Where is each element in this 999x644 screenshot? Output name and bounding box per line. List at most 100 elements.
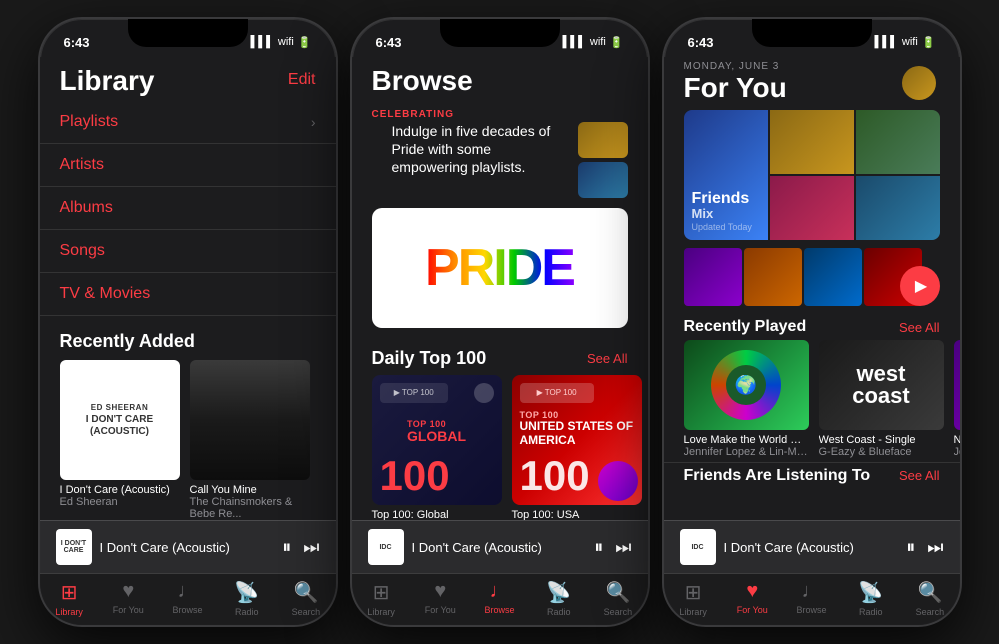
tab-browse-f[interactable]: ♩ Browse xyxy=(782,580,841,617)
top100-global-card[interactable]: ▶ TOP 100 TOP 100 GLOBAL 100 Top 100: Gl… xyxy=(372,375,502,520)
search-tab-icon: 🔍 xyxy=(293,580,318,605)
tab-bar-browse: ⊞ Library ♥ For You ♩ Browse 📡 Radio 🔍 xyxy=(352,573,648,625)
album-artist-1: Ed Sheeran xyxy=(60,496,180,508)
friends-mix-grid: Friends Mix Updated Today xyxy=(684,110,940,240)
search-tab-icon-b: 🔍 xyxy=(605,580,630,605)
tab-search[interactable]: 🔍 Search xyxy=(276,580,335,617)
phone-library: 6:43 ▌▌▌ wifi 🔋 Library Edit Playlists › xyxy=(38,17,338,627)
radio-tab-icon-f: 📡 xyxy=(858,580,883,605)
rp-art-1: 🌍 xyxy=(684,340,809,430)
foryou-tab-label-b: For You xyxy=(425,605,456,615)
playlists-label: Playlists xyxy=(60,113,119,131)
library-tab-icon: ⊞ xyxy=(61,580,78,605)
album-title-2: Call You Mine xyxy=(190,484,310,496)
chevron-icon: › xyxy=(311,114,316,130)
tab-library-b[interactable]: ⊞ Library xyxy=(352,580,411,617)
top100-usa-card[interactable]: ▶ TOP 100 TOP 100 UNITED STATES OF AMERI… xyxy=(512,375,642,520)
mini-player-controls-library: ⏸ ⏭ xyxy=(282,537,319,558)
user-avatar[interactable] xyxy=(902,66,936,100)
radio-tab-label-b: Radio xyxy=(547,607,571,617)
album-artist-2: The Chainsmokers & Bebe Re... xyxy=(190,496,310,520)
tab-search-f[interactable]: 🔍 Search xyxy=(900,580,959,617)
pause-icon-foryou[interactable]: ⏸ xyxy=(906,537,915,558)
tab-foryou[interactable]: ♥ For You xyxy=(99,580,158,617)
library-tab-label-f: Library xyxy=(679,607,707,617)
celebrating-text: Indulge in five decades of Pride with so… xyxy=(372,122,572,198)
mini-player-browse[interactable]: IDC I Don't Care (Acoustic) ⏸ ⏭ xyxy=(352,520,648,573)
rp-art-2: westcoast xyxy=(819,340,944,430)
library-header: Library Edit xyxy=(40,57,336,101)
pause-icon-library[interactable]: ⏸ xyxy=(282,537,291,558)
foryou-header: MONDAY, JUNE 3 For You xyxy=(664,57,960,106)
notch-browse xyxy=(440,19,560,47)
side-tile-2 xyxy=(578,162,628,198)
rp-artist-2: G-Eazy & Blueface xyxy=(819,446,944,458)
rp-card-2[interactable]: westcoast West Coast - Single G-Eazy & B… xyxy=(819,340,944,458)
tab-radio-b[interactable]: 📡 Radio xyxy=(529,580,588,617)
wifi-icon: wifi xyxy=(278,36,294,48)
skip-icon-browse[interactable]: ⏭ xyxy=(615,537,631,558)
signal-icon-f: ▌▌▌ xyxy=(875,36,898,48)
tab-library-f[interactable]: ⊞ Library xyxy=(664,580,723,617)
library-item-tv[interactable]: TV & Movies xyxy=(40,273,336,316)
globe-emoji: 🌍 xyxy=(735,375,757,396)
library-item-albums[interactable]: Albums xyxy=(40,187,336,230)
mini-player-controls-foryou: ⏸ ⏭ xyxy=(906,537,943,558)
browse-header: Browse xyxy=(352,57,648,101)
mini-player-library[interactable]: I DON'T CARE I Don't Care (Acoustic) ⏸ ⏭ xyxy=(40,520,336,573)
status-icons-browse: ▌▌▌ wifi 🔋 xyxy=(563,36,624,49)
play-tile-2 xyxy=(744,248,802,306)
status-icons-library: ▌▌▌ wifi 🔋 xyxy=(251,36,312,49)
album-song-1: I DON'T CARE(ACOUSTIC) xyxy=(86,414,153,438)
library-item-playlists[interactable]: Playlists › xyxy=(40,101,336,144)
tab-foryou-f[interactable]: ♥ For You xyxy=(723,580,782,617)
foryou-tab-label-f: For You xyxy=(737,605,768,615)
tab-search-b[interactable]: 🔍 Search xyxy=(588,580,647,617)
album-card-2[interactable]: Call You Mine The Chainsmokers & Bebe Re… xyxy=(190,360,310,520)
tab-library[interactable]: ⊞ Library xyxy=(40,580,99,617)
tab-browse-b[interactable]: ♩ Browse xyxy=(470,580,529,617)
top100-cards: ▶ TOP 100 TOP 100 GLOBAL 100 Top 100: Gl… xyxy=(352,375,648,520)
mini-player-title-library: I Don't Care (Acoustic) xyxy=(100,540,275,555)
status-time-browse: 6:43 xyxy=(376,35,402,50)
tab-radio-f[interactable]: 📡 Radio xyxy=(841,580,900,617)
album-card-1[interactable]: ED SHEERAN I DON'T CARE(ACOUSTIC) I Don'… xyxy=(60,360,180,520)
battery-icon-f: 🔋 xyxy=(922,36,936,49)
rp-card-3[interactable]: N... Jo... xyxy=(954,340,960,458)
mini-player-foryou[interactable]: IDC I Don't Care (Acoustic) ⏸ ⏭ xyxy=(664,520,960,573)
phones-container: 6:43 ▌▌▌ wifi 🔋 Library Edit Playlists › xyxy=(28,7,972,637)
tab-foryou-b[interactable]: ♥ For You xyxy=(411,580,470,617)
library-item-songs[interactable]: Songs xyxy=(40,230,336,273)
play-tile-1 xyxy=(684,248,742,306)
pause-icon-browse[interactable]: ⏸ xyxy=(594,537,603,558)
rp-artist-3: Jo... xyxy=(954,446,960,458)
recently-played-title: Recently Played xyxy=(684,318,807,336)
celebrating-label: CELEBRATING xyxy=(352,101,648,122)
tab-radio[interactable]: 📡 Radio xyxy=(217,580,276,617)
friends-listening-header: Friends Are Listening To See All xyxy=(664,463,960,489)
rp-card-1[interactable]: 🌍 Love Make the World Go Roun... Jennife… xyxy=(684,340,809,458)
top100-global-text: GLOBAL xyxy=(407,429,466,443)
mini-art-text-foryou: IDC xyxy=(691,544,703,551)
recently-played-header: Recently Played See All xyxy=(664,314,960,340)
play-button-overlay[interactable]: ▶ xyxy=(900,266,940,306)
library-tab-icon-f: ⊞ xyxy=(685,580,702,605)
see-all-browse[interactable]: See All xyxy=(587,351,627,366)
radio-tab-icon: 📡 xyxy=(234,580,259,605)
foryou-screen: MONDAY, JUNE 3 For You Friends Mix Updat… xyxy=(664,57,960,520)
see-all-foryou[interactable]: See All xyxy=(899,320,939,335)
mini-player-title-browse: I Don't Care (Acoustic) xyxy=(412,540,587,555)
top100-usa-badge: ▶ TOP 100 xyxy=(520,383,594,403)
browse-tab-label-b: Browse xyxy=(485,605,515,615)
tv-label: TV & Movies xyxy=(60,285,151,303)
skip-icon-library[interactable]: ⏭ xyxy=(303,537,319,558)
see-all-friends[interactable]: See All xyxy=(899,468,939,483)
radio-tab-label: Radio xyxy=(235,607,259,617)
tab-browse[interactable]: ♩ Browse xyxy=(158,580,217,617)
phone-foryou: 6:43 ▌▌▌ wifi 🔋 MONDAY, JUNE 3 For You xyxy=(662,17,962,627)
library-item-artists[interactable]: Artists xyxy=(40,144,336,187)
edit-button[interactable]: Edit xyxy=(288,71,316,89)
skip-icon-foryou[interactable]: ⏭ xyxy=(927,537,943,558)
search-tab-label-f: Search xyxy=(916,607,945,617)
dj-avatar xyxy=(474,383,494,403)
